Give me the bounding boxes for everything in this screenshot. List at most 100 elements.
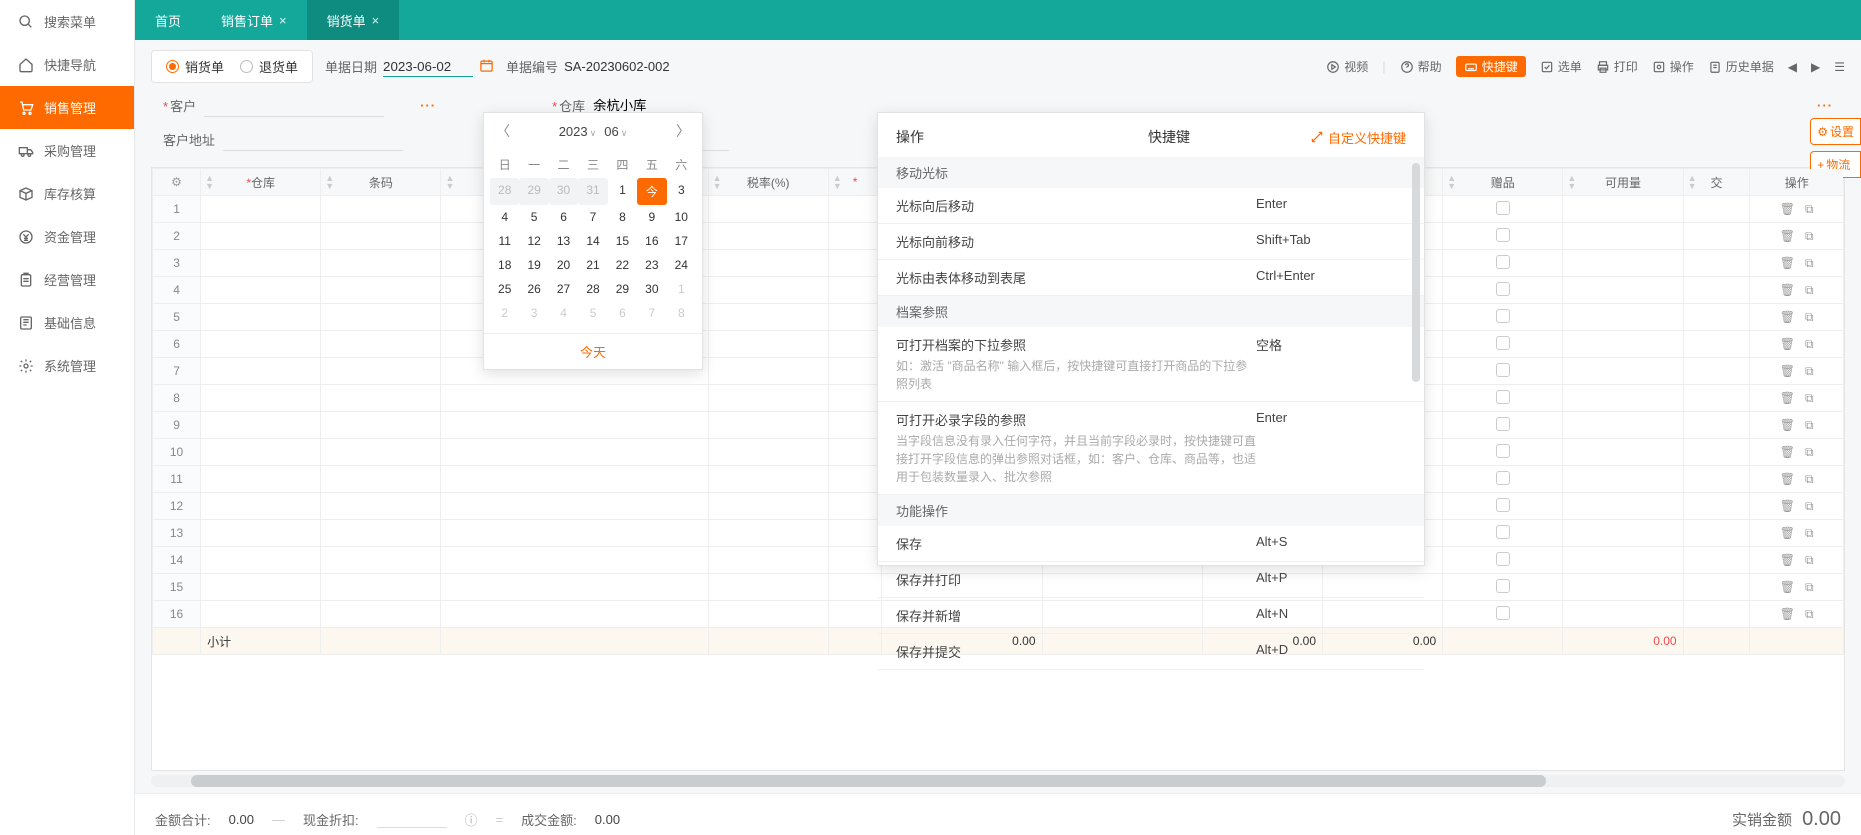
next-page-icon[interactable]: ▶ bbox=[1811, 60, 1820, 74]
gift-checkbox[interactable] bbox=[1496, 525, 1510, 539]
calendar-day[interactable]: 15 bbox=[608, 229, 637, 253]
print-button[interactable]: 打印 bbox=[1596, 58, 1638, 75]
delete-icon[interactable]: 🗑 bbox=[1780, 283, 1795, 298]
gift-checkbox[interactable] bbox=[1496, 471, 1510, 485]
scrollbar-thumb[interactable] bbox=[191, 775, 1546, 787]
col-header[interactable]: 赠品 bbox=[1491, 176, 1515, 190]
discount-input[interactable] bbox=[377, 812, 447, 828]
gift-checkbox[interactable] bbox=[1496, 228, 1510, 242]
calendar-day[interactable]: 28 bbox=[578, 277, 607, 301]
calendar-day[interactable]: 4 bbox=[549, 301, 578, 325]
calendar-day[interactable]: 30 bbox=[637, 277, 666, 301]
tab-salesorder[interactable]: 销售订单× bbox=[201, 0, 307, 40]
calendar-day[interactable]: 8 bbox=[667, 301, 696, 325]
customize-shortcut-button[interactable]: 自定义快捷键 bbox=[1310, 128, 1406, 147]
select-button[interactable]: 选单 bbox=[1540, 58, 1582, 75]
sidebar-item-funds[interactable]: 资金管理 bbox=[0, 215, 134, 258]
date-input[interactable] bbox=[383, 57, 473, 77]
calendar-day[interactable]: 5 bbox=[578, 301, 607, 325]
copy-icon[interactable]: ⧉ bbox=[1805, 418, 1814, 433]
sidebar-item-operation[interactable]: 经营管理 bbox=[0, 258, 134, 301]
gift-checkbox[interactable] bbox=[1496, 579, 1510, 593]
year-select[interactable]: 2023 bbox=[559, 124, 597, 139]
col-header[interactable]: 可用量 bbox=[1605, 176, 1641, 190]
calendar-day[interactable]: 7 bbox=[637, 301, 666, 325]
calendar-day[interactable]: 11 bbox=[490, 229, 519, 253]
delete-icon[interactable]: 🗑 bbox=[1780, 607, 1795, 622]
radio-sale[interactable]: 销货单 bbox=[166, 57, 224, 76]
calendar-day[interactable]: 28 bbox=[490, 178, 519, 205]
calendar-day[interactable]: 29 bbox=[608, 277, 637, 301]
close-icon[interactable]: × bbox=[279, 13, 287, 28]
video-button[interactable]: 视频 bbox=[1326, 58, 1368, 75]
calendar-day[interactable]: 9 bbox=[637, 205, 666, 229]
delete-icon[interactable]: 🗑 bbox=[1780, 526, 1795, 541]
delete-icon[interactable]: 🗑 bbox=[1780, 256, 1795, 271]
menu-icon[interactable]: ☰ bbox=[1834, 60, 1845, 74]
horizontal-scrollbar[interactable] bbox=[151, 775, 1845, 787]
copy-icon[interactable]: ⧉ bbox=[1805, 283, 1814, 298]
col-header[interactable]: 条码 bbox=[369, 176, 393, 190]
calendar-day[interactable]: 22 bbox=[608, 253, 637, 277]
prev-month-icon[interactable]: 〈 bbox=[496, 121, 510, 141]
copy-icon[interactable]: ⧉ bbox=[1805, 580, 1814, 595]
gift-checkbox[interactable] bbox=[1496, 498, 1510, 512]
history-button[interactable]: 历史单据 bbox=[1708, 58, 1774, 75]
delete-icon[interactable]: 🗑 bbox=[1780, 445, 1795, 460]
month-select[interactable]: 06 bbox=[604, 124, 627, 139]
sidebar-item-quicknav[interactable]: 快捷导航 bbox=[0, 43, 134, 86]
col-header[interactable]: 税率(%) bbox=[747, 176, 790, 190]
gift-checkbox[interactable] bbox=[1496, 363, 1510, 377]
copy-icon[interactable]: ⧉ bbox=[1805, 337, 1814, 352]
radio-return[interactable]: 退货单 bbox=[240, 57, 298, 76]
settings-button[interactable]: ⚙设置 bbox=[1810, 118, 1861, 145]
next-month-icon[interactable]: 〉 bbox=[676, 121, 690, 141]
copy-icon[interactable]: ⧉ bbox=[1805, 364, 1814, 379]
calendar-day[interactable]: 20 bbox=[549, 253, 578, 277]
sidebar-item-search[interactable]: 搜索菜单 bbox=[0, 0, 134, 43]
col-header[interactable]: 仓库 bbox=[251, 176, 275, 190]
delete-icon[interactable]: 🗑 bbox=[1780, 202, 1795, 217]
operate-button[interactable]: 操作 bbox=[1652, 58, 1694, 75]
sidebar-item-purchase[interactable]: 采购管理 bbox=[0, 129, 134, 172]
more-icon[interactable]: ··· bbox=[1817, 98, 1833, 113]
delete-icon[interactable]: 🗑 bbox=[1780, 337, 1795, 352]
help-button[interactable]: 帮助 bbox=[1400, 58, 1442, 75]
gift-checkbox[interactable] bbox=[1496, 606, 1510, 620]
tab-salesbill[interactable]: 销货单× bbox=[307, 0, 400, 40]
sidebar-item-baseinfo[interactable]: 基础信息 bbox=[0, 301, 134, 344]
copy-icon[interactable]: ⧉ bbox=[1805, 202, 1814, 217]
delete-icon[interactable]: 🗑 bbox=[1780, 499, 1795, 514]
gift-checkbox[interactable] bbox=[1496, 444, 1510, 458]
calendar-day[interactable]: 6 bbox=[608, 301, 637, 325]
gift-checkbox[interactable] bbox=[1496, 417, 1510, 431]
calendar-day[interactable]: 17 bbox=[667, 229, 696, 253]
calendar-day[interactable]: 1 bbox=[608, 178, 637, 205]
calendar-day[interactable]: 19 bbox=[519, 253, 548, 277]
copy-icon[interactable]: ⧉ bbox=[1805, 499, 1814, 514]
scrollbar-thumb[interactable] bbox=[1412, 163, 1420, 382]
close-icon[interactable]: × bbox=[372, 13, 380, 28]
calendar-day[interactable]: 2 bbox=[490, 301, 519, 325]
help-icon[interactable]: ⓘ bbox=[465, 810, 478, 829]
prev-page-icon[interactable]: ◀ bbox=[1788, 60, 1797, 74]
calendar-day[interactable]: 24 bbox=[667, 253, 696, 277]
today-button[interactable]: 今天 bbox=[484, 333, 702, 369]
gift-checkbox[interactable] bbox=[1496, 282, 1510, 296]
copy-icon[interactable]: ⧉ bbox=[1805, 391, 1814, 406]
shortcut-button[interactable]: 快捷键 bbox=[1456, 56, 1526, 77]
gear-icon[interactable]: ⚙ bbox=[171, 175, 182, 189]
calendar-day[interactable]: 18 bbox=[490, 253, 519, 277]
customer-input[interactable] bbox=[204, 93, 384, 117]
sidebar-item-sales[interactable]: 销售管理 bbox=[0, 86, 134, 129]
calendar-day[interactable]: 23 bbox=[637, 253, 666, 277]
sidebar-item-system[interactable]: 系统管理 bbox=[0, 344, 134, 387]
copy-icon[interactable]: ⧉ bbox=[1805, 310, 1814, 325]
calendar-day[interactable]: 3 bbox=[519, 301, 548, 325]
delete-icon[interactable]: 🗑 bbox=[1780, 310, 1795, 325]
copy-icon[interactable]: ⧉ bbox=[1805, 553, 1814, 568]
delete-icon[interactable]: 🗑 bbox=[1780, 229, 1795, 244]
copy-icon[interactable]: ⧉ bbox=[1805, 445, 1814, 460]
calendar-day[interactable]: 31 bbox=[578, 178, 607, 205]
gift-checkbox[interactable] bbox=[1496, 255, 1510, 269]
